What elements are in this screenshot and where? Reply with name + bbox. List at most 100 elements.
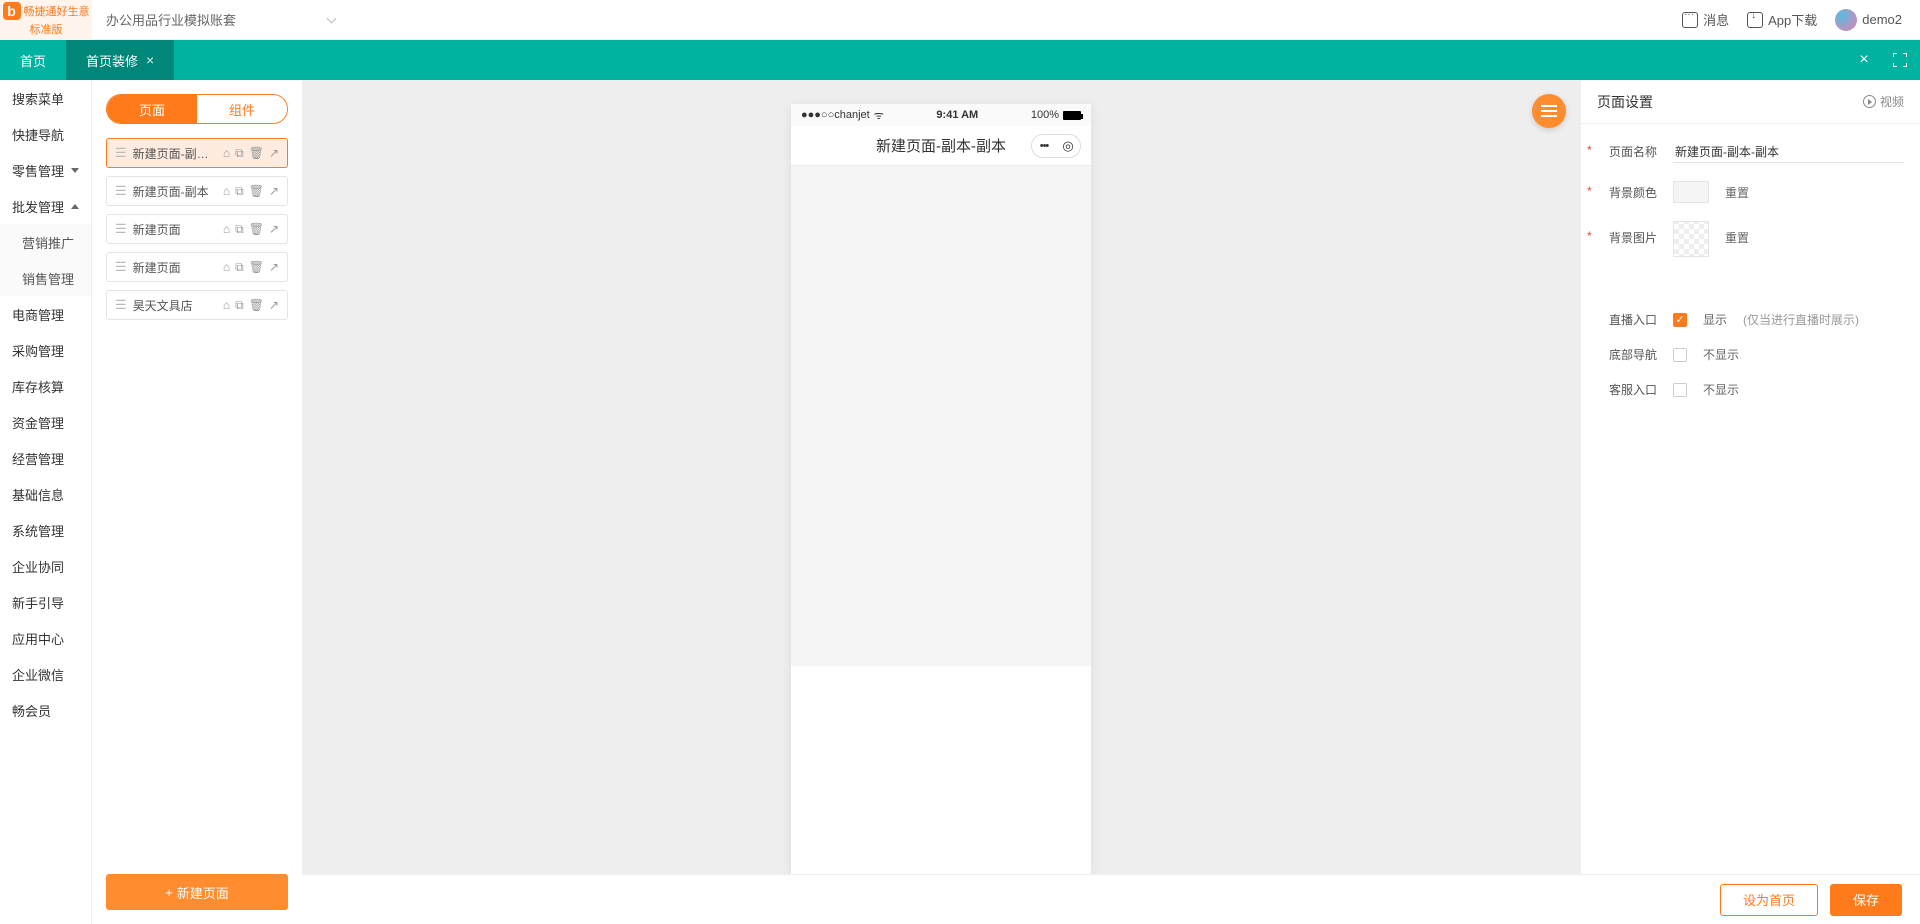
tab-page-decoration[interactable]: 首页装修 × [66, 40, 174, 80]
brand-logo[interactable]: b 畅捷通好生意 标准版 [0, 0, 92, 40]
user-menu[interactable]: demo2 [1835, 9, 1902, 31]
canvas: ●●●○○ chanjet ᯤ 9:41 AM 100% 新建页面-副本-副本 [302, 80, 1580, 874]
nav-item[interactable]: 新手引导 [0, 584, 91, 620]
drag-handle-icon[interactable]: ☰ [115, 221, 127, 237]
bg-image-label: 背景图片 [1597, 221, 1657, 246]
delete-icon[interactable]: 🗑 [249, 184, 264, 199]
nav-item-label: 库存核算 [12, 377, 64, 396]
home-icon[interactable]: ⌂ [223, 260, 230, 275]
nav-item[interactable]: 库存核算 [0, 368, 91, 404]
nav-item[interactable]: 基础信息 [0, 476, 91, 512]
nav-item[interactable]: 销售管理 [0, 260, 91, 296]
delete-icon[interactable]: 🗑 [249, 222, 264, 237]
nav-item[interactable]: 营销推广 [0, 224, 91, 260]
carrier-label: chanjet [834, 109, 869, 121]
close-all-tabs[interactable]: × [1852, 48, 1876, 72]
drag-handle-icon[interactable]: ☰ [115, 259, 127, 275]
copy-icon[interactable]: ⧉ [235, 146, 244, 161]
tab-strip: 首页 首页装修 × × [0, 40, 1920, 80]
home-icon[interactable]: ⌂ [223, 222, 230, 237]
live-entry-checkbox[interactable]: ✓ [1673, 313, 1687, 327]
bottom-nav-checkbox[interactable] [1673, 348, 1687, 362]
chevron-down-icon [71, 168, 79, 173]
nav-item[interactable]: 系统管理 [0, 512, 91, 548]
page-list-item[interactable]: ☰ 新建页面-副本 ⌂ ⧉ 🗑 ↗ [106, 176, 288, 206]
tab-home[interactable]: 首页 [0, 40, 66, 80]
seg-pages[interactable]: 页面 [107, 95, 197, 123]
chevron-down-icon [326, 15, 336, 25]
nav-item[interactable]: 零售管理 [0, 152, 91, 188]
delete-icon[interactable]: 🗑 [249, 260, 264, 275]
top-header: b 畅捷通好生意 标准版 办公用品行业模拟账套 消息 App下载 demo2 [0, 0, 1920, 40]
delete-icon[interactable]: 🗑 [249, 146, 264, 161]
seg-components[interactable]: 组件 [197, 95, 287, 123]
bg-color-swatch[interactable] [1673, 181, 1709, 203]
delete-icon[interactable]: 🗑 [249, 298, 264, 313]
page-list-item[interactable]: ☰新建页面⌂⧉🗑↗ [106, 252, 288, 282]
phone-preview: ●●●○○ chanjet ᯤ 9:41 AM 100% 新建页面-副本-副本 [791, 104, 1091, 874]
nav-item-label: 系统管理 [12, 521, 64, 540]
bottom-nav-check-label: 不显示 [1703, 346, 1739, 363]
download-icon [1747, 12, 1763, 28]
page-list-item[interactable]: ☰新建页面⌂⧉🗑↗ [106, 214, 288, 244]
avatar-icon [1835, 9, 1857, 31]
close-icon[interactable]: × [146, 52, 154, 68]
nav-item[interactable]: 企业微信 [0, 656, 91, 692]
share-icon[interactable]: ↗ [269, 184, 279, 199]
copy-icon[interactable]: ⧉ [235, 184, 244, 199]
share-icon[interactable]: ↗ [269, 260, 279, 275]
account-selector[interactable]: 办公用品行业模拟账套 [106, 10, 336, 29]
customer-service-checkbox[interactable] [1673, 383, 1687, 397]
copy-icon[interactable]: ⧉ [235, 222, 244, 237]
save-button[interactable]: 保存 [1830, 884, 1902, 916]
nav-item-label: 企业微信 [12, 665, 64, 684]
nav-item-label: 搜索菜单 [12, 89, 64, 108]
set-home-button[interactable]: 设为首页 [1720, 884, 1818, 916]
nav-item[interactable]: 应用中心 [0, 620, 91, 656]
nav-item[interactable]: 企业协同 [0, 548, 91, 584]
share-icon[interactable]: ↗ [269, 298, 279, 313]
panel-toggle-button[interactable] [1532, 94, 1566, 128]
nav-item-label: 电商管理 [12, 305, 64, 324]
signal-icon: ●●●○○ [801, 109, 834, 121]
tab-active-label: 首页装修 [86, 51, 138, 70]
editor: 页面 组件 ☰新建页面-副本-...⌂⧉🗑↗☰新建页面-副本⌂⧉🗑↗☰新建页面⌂… [92, 80, 1920, 924]
home-icon[interactable]: ⌂ [223, 146, 230, 161]
nav-item[interactable]: 搜索菜单 [0, 80, 91, 116]
page-list-item[interactable]: ☰ 昊天文具店 ⌂ ⧉ 🗑 ↗ [106, 290, 288, 320]
share-icon[interactable]: ↗ [269, 222, 279, 237]
settings-panel: 页面设置 视频 页面名称 背景颜色 [1580, 80, 1920, 874]
live-entry-hint: (仅当进行直播时展示) [1743, 311, 1859, 328]
fullscreen-toggle[interactable] [1888, 48, 1912, 72]
miniapp-capsule[interactable] [1031, 134, 1081, 158]
drag-handle-icon[interactable]: ☰ [115, 145, 127, 161]
page-item-name: 新建页面-副本 [133, 183, 217, 200]
nav-item[interactable]: 经营管理 [0, 440, 91, 476]
nav-item[interactable]: 畅会员 [0, 692, 91, 728]
messages-link[interactable]: 消息 [1682, 10, 1729, 29]
bg-image-swatch[interactable] [1673, 221, 1709, 257]
bg-image-reset[interactable]: 重置 [1725, 221, 1749, 246]
copy-icon[interactable]: ⧉ [235, 260, 244, 275]
share-icon[interactable]: ↗ [269, 146, 279, 161]
page-item-name: 昊天文具店 [133, 297, 217, 314]
fullscreen-icon [1893, 53, 1907, 67]
home-icon[interactable]: ⌂ [223, 298, 230, 313]
copy-icon[interactable]: ⧉ [235, 298, 244, 313]
bg-color-reset[interactable]: 重置 [1725, 184, 1749, 201]
video-link[interactable]: 视频 [1863, 93, 1904, 110]
nav-item[interactable]: 采购管理 [0, 332, 91, 368]
drag-handle-icon[interactable]: ☰ [115, 183, 127, 199]
nav-item[interactable]: 批发管理 [0, 188, 91, 224]
nav-item[interactable]: 资金管理 [0, 404, 91, 440]
page-name-input[interactable] [1673, 140, 1904, 163]
drag-handle-icon[interactable]: ☰ [115, 297, 127, 313]
page-list-item[interactable]: ☰新建页面-副本-...⌂⧉🗑↗ [106, 138, 288, 168]
new-page-button[interactable]: + 新建页面 [106, 874, 288, 910]
bottom-nav-label: 底部导航 [1597, 346, 1657, 363]
nav-item[interactable]: 快捷导航 [0, 116, 91, 152]
nav-item[interactable]: 电商管理 [0, 296, 91, 332]
preview-body[interactable] [791, 166, 1091, 666]
home-icon[interactable]: ⌂ [223, 184, 230, 199]
app-download-link[interactable]: App下载 [1747, 10, 1817, 29]
